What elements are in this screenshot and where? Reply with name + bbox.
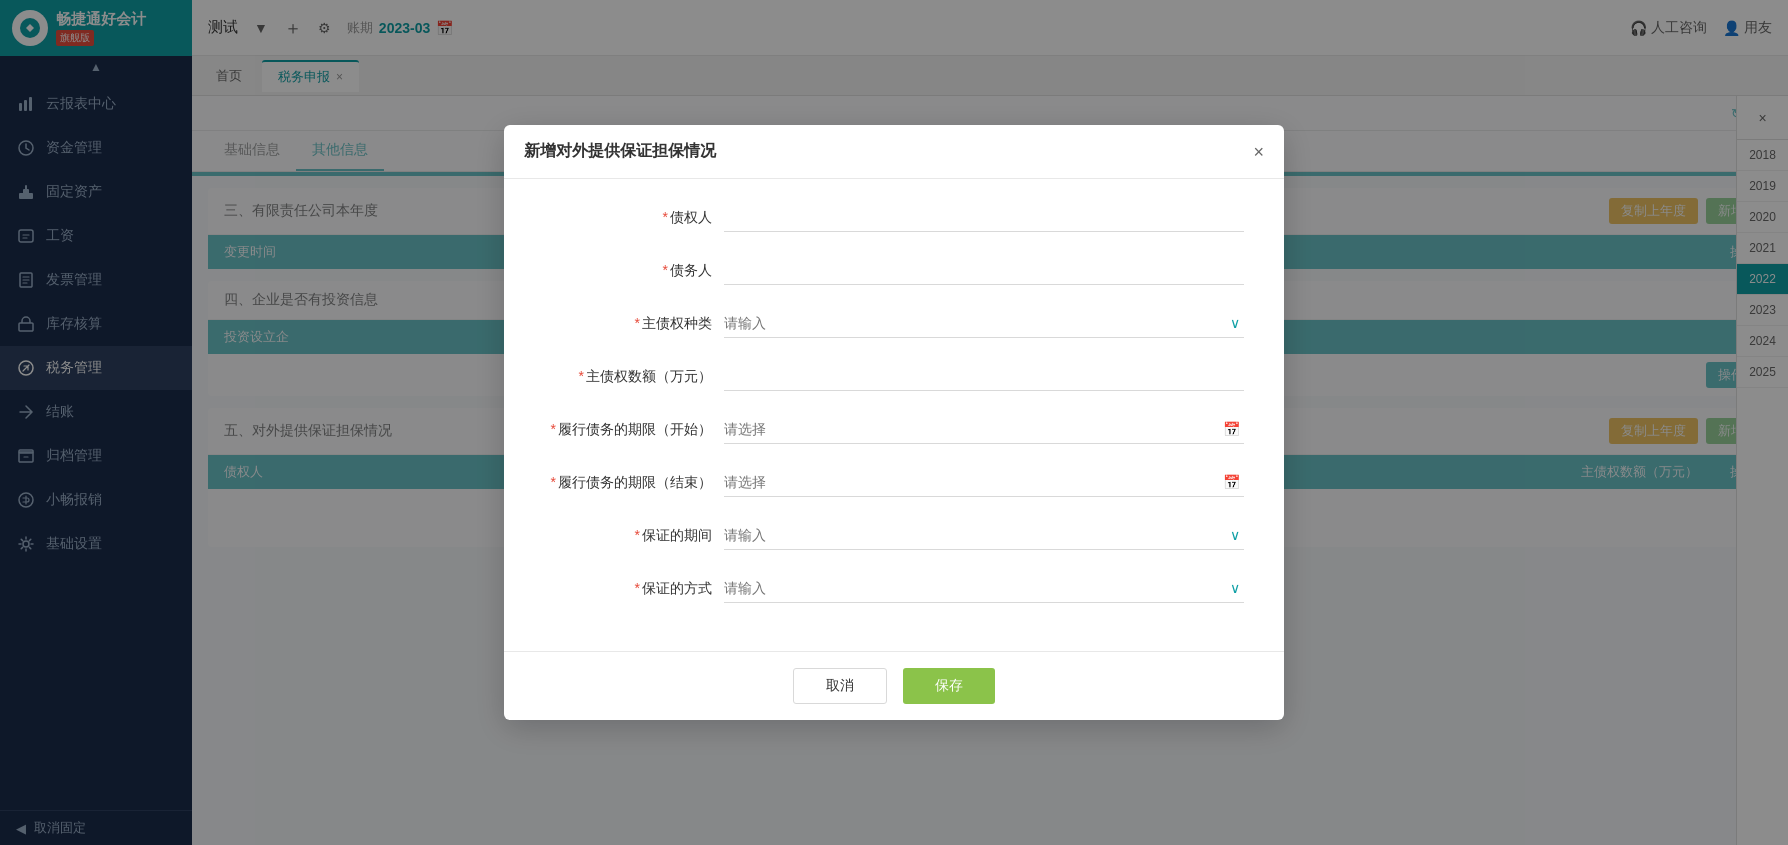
period-start-date-wrap[interactable]: 📅 xyxy=(724,415,1244,444)
guarantee-method-chevron-icon[interactable]: ∨ xyxy=(1230,580,1244,596)
required-star-guarantee-period: * xyxy=(635,527,640,543)
form-field-debtor: *债务人 xyxy=(544,256,1244,285)
dialog-body: *债权人 *债务人 *主债权种类 xyxy=(504,179,1284,651)
debt-type-label: *主债权种类 xyxy=(544,315,724,333)
period-start-label: *履行债务的期限（开始） xyxy=(544,421,724,439)
dialog-title: 新增对外提供保证担保情况 xyxy=(524,141,716,162)
period-end-date-wrap[interactable]: 📅 xyxy=(724,468,1244,497)
form-field-period-end: *履行债务的期限（结束） 📅 xyxy=(544,468,1244,497)
debt-type-select-wrap[interactable]: ∨ xyxy=(724,309,1244,338)
guarantee-period-select-wrap[interactable]: ∨ xyxy=(724,521,1244,550)
calendar-start-icon[interactable]: 📅 xyxy=(1223,421,1244,437)
form-field-debt-amount: *主债权数额（万元） xyxy=(544,362,1244,391)
debtor-input[interactable] xyxy=(724,256,1244,285)
dialog: 新增对外提供保证担保情况 × *债权人 *债务人 xyxy=(504,125,1284,720)
creditor-label: *债权人 xyxy=(544,209,724,227)
form-field-guarantee-method: *保证的方式 ∨ xyxy=(544,574,1244,603)
save-button[interactable]: 保存 xyxy=(903,668,995,704)
guarantee-period-input[interactable] xyxy=(724,521,1230,549)
required-star-period-end: * xyxy=(551,474,556,490)
calendar-end-icon[interactable]: 📅 xyxy=(1223,474,1244,490)
dialog-header: 新增对外提供保证担保情况 × xyxy=(504,125,1284,179)
debt-amount-input[interactable] xyxy=(724,362,1244,391)
guarantee-method-input[interactable] xyxy=(724,574,1230,602)
guarantee-period-label: *保证的期间 xyxy=(544,527,724,545)
required-star-creditor: * xyxy=(663,209,668,225)
debt-type-chevron-icon[interactable]: ∨ xyxy=(1230,315,1244,331)
debt-type-input[interactable] xyxy=(724,309,1230,337)
form-field-period-start: *履行债务的期限（开始） 📅 xyxy=(544,415,1244,444)
debtor-label: *债务人 xyxy=(544,262,724,280)
dialog-footer: 取消 保存 xyxy=(504,651,1284,720)
guarantee-period-chevron-icon[interactable]: ∨ xyxy=(1230,527,1244,543)
period-end-input[interactable] xyxy=(724,468,1223,496)
debtor-input-wrap xyxy=(724,256,1244,285)
required-star-guarantee-method: * xyxy=(635,580,640,596)
required-star-debtor: * xyxy=(663,262,668,278)
form-field-guarantee-period: *保证的期间 ∨ xyxy=(544,521,1244,550)
form-field-creditor: *债权人 xyxy=(544,203,1244,232)
guarantee-method-label: *保证的方式 xyxy=(544,580,724,598)
modal-overlay: 新增对外提供保证担保情况 × *债权人 *债务人 xyxy=(0,0,1788,845)
creditor-input-wrap xyxy=(724,203,1244,232)
required-star-debt-type: * xyxy=(635,315,640,331)
guarantee-method-select-wrap[interactable]: ∨ xyxy=(724,574,1244,603)
creditor-input[interactable] xyxy=(724,203,1244,232)
required-star-period-start: * xyxy=(551,421,556,437)
dialog-close-button[interactable]: × xyxy=(1253,143,1264,161)
required-star-debt-amount: * xyxy=(579,368,584,384)
period-end-label: *履行债务的期限（结束） xyxy=(544,474,724,492)
cancel-button[interactable]: 取消 xyxy=(793,668,887,704)
debt-amount-input-wrap xyxy=(724,362,1244,391)
period-start-input[interactable] xyxy=(724,415,1223,443)
form-field-debt-type: *主债权种类 ∨ xyxy=(544,309,1244,338)
debt-amount-label: *主债权数额（万元） xyxy=(544,368,724,386)
